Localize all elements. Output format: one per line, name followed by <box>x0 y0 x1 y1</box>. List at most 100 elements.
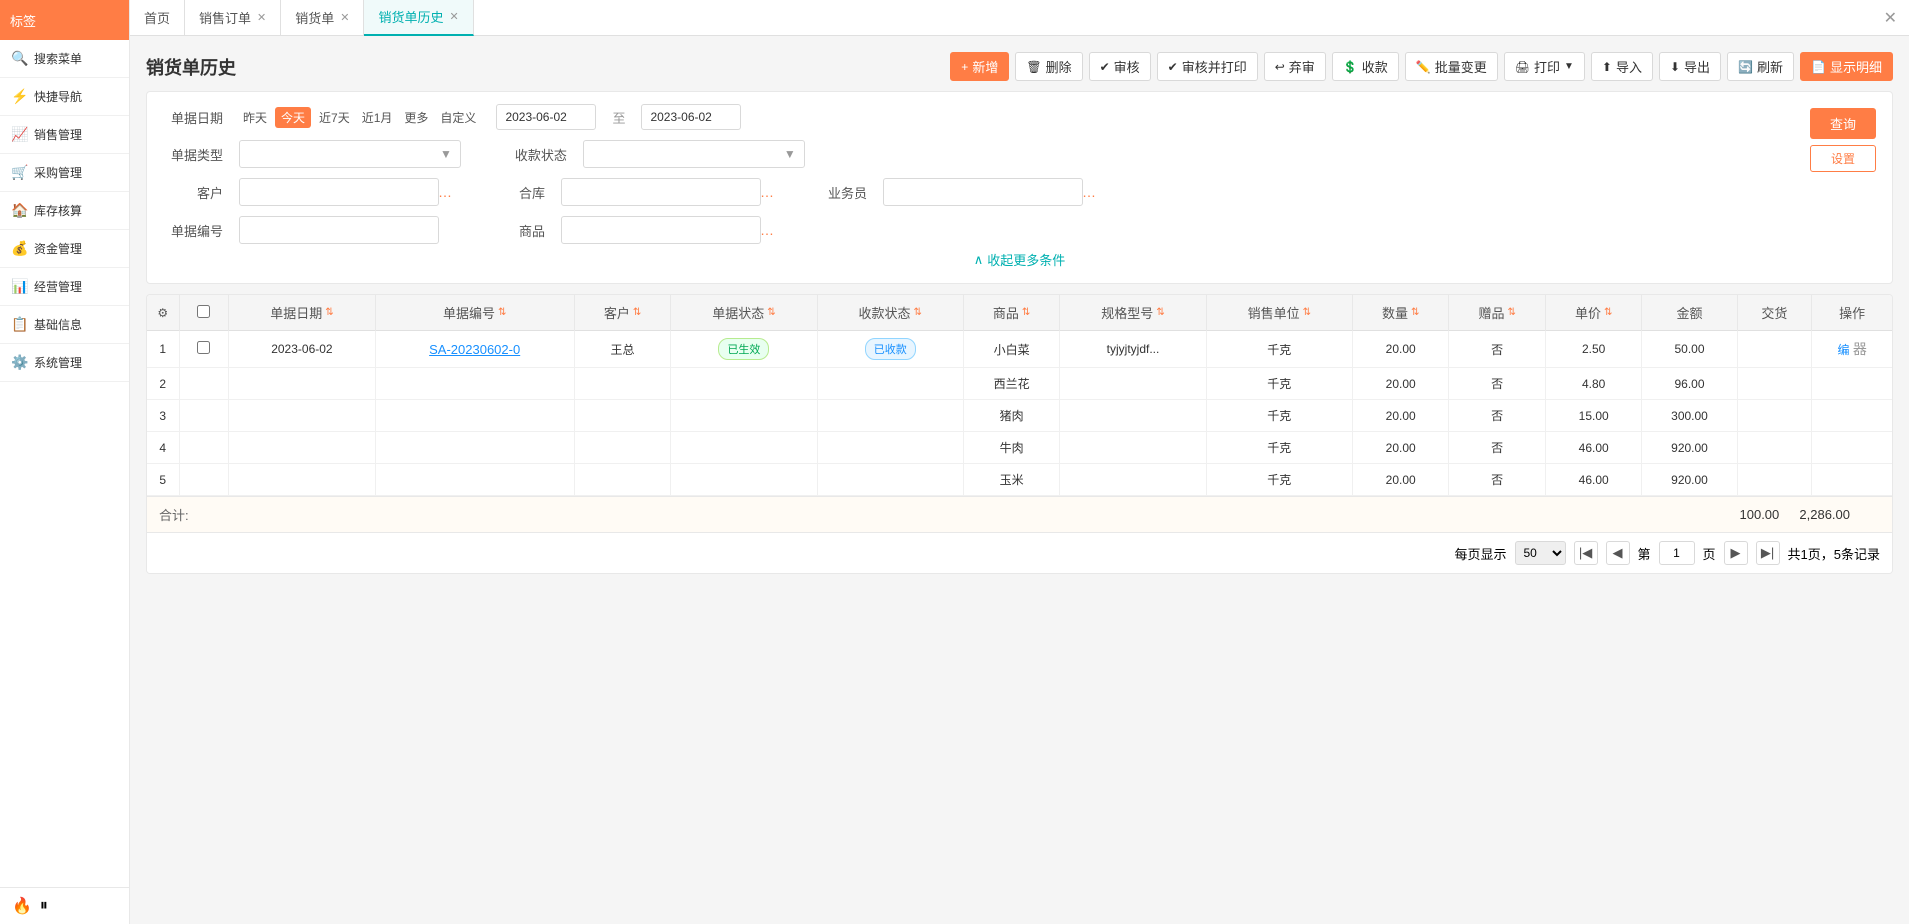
page-input[interactable] <box>1659 541 1695 565</box>
th-spec[interactable]: 规格型号 ⇅ <box>1060 295 1206 331</box>
approve-print-button[interactable]: ✔ 审核并打印 <box>1157 52 1258 81</box>
print-button[interactable]: 🖨 打印 ▼ <box>1504 52 1585 81</box>
customer-dots[interactable]: … <box>432 184 458 200</box>
last-page-button[interactable]: ▶| <box>1756 541 1780 565</box>
th-doc-status[interactable]: 单据状态 ⇅ <box>671 295 817 331</box>
cell-unit-price: 15.00 <box>1545 400 1642 432</box>
cell-checkbox[interactable] <box>179 464 229 496</box>
date-from-input[interactable] <box>496 104 596 130</box>
sidebar-item-purchase-mgmt[interactable]: 🛒 采购管理 <box>0 154 129 192</box>
sidebar-item-inventory[interactable]: 🏠 库存核算 <box>0 192 129 230</box>
print-dropdown-icon: ▼ <box>1564 61 1574 72</box>
sales-mgmt-icon: 📈 <box>12 127 28 143</box>
add-icon: + <box>961 60 968 74</box>
tab-home[interactable]: 首页 <box>130 0 185 36</box>
shortcut-7days[interactable]: 近7天 <box>315 107 354 128</box>
delete-button[interactable]: 🗑 删除 <box>1015 52 1082 81</box>
warehouse-dots[interactable]: … <box>754 184 780 200</box>
cell-checkbox[interactable] <box>179 331 229 368</box>
shortcut-more[interactable]: 更多 <box>400 107 432 128</box>
date-to-input[interactable] <box>641 104 741 130</box>
sidebar-item-quick-nav[interactable]: ⚡ 快捷导航 <box>0 78 129 116</box>
sidebar-item-sys-mgmt[interactable]: ⚙️ 系统管理 <box>0 344 129 382</box>
shortcut-1month[interactable]: 近1月 <box>358 107 397 128</box>
goods-dots[interactable]: … <box>754 222 780 238</box>
sidebar-item-sales-mgmt[interactable]: 📈 销售管理 <box>0 116 129 154</box>
batch-change-button[interactable]: ✏️ 批量变更 <box>1405 52 1498 81</box>
import-button[interactable]: ⬆ 导入 <box>1591 52 1653 81</box>
th-settings[interactable]: ⚙ <box>147 295 179 331</box>
goods-input[interactable] <box>562 219 754 242</box>
show-detail-button[interactable]: 📄 显示明细 <box>1800 52 1893 81</box>
receipt-status-dropdown-icon[interactable]: ▼ <box>776 147 804 161</box>
abandon-button[interactable]: ↩ 弃审 <box>1264 52 1326 81</box>
tab-sales-history[interactable]: 销货单历史 ✕ <box>364 0 473 36</box>
th-receipt-status[interactable]: 收款状态 ⇅ <box>817 295 963 331</box>
doc-no-input[interactable] <box>239 216 439 244</box>
op-more-link[interactable]: 器 <box>1853 341 1867 357</box>
tab-bar-close-all[interactable]: ✕ <box>1872 8 1909 28</box>
th-doc-date[interactable]: 单据日期 ⇅ <box>229 295 375 331</box>
th-checkbox[interactable] <box>179 295 229 331</box>
th-quantity[interactable]: 数量 ⇅ <box>1352 295 1449 331</box>
customer-input[interactable] <box>240 181 432 204</box>
doc-type-input[interactable] <box>240 143 432 166</box>
th-sale-unit[interactable]: 销售单位 ⇅ <box>1206 295 1352 331</box>
per-page-select[interactable]: 50 100 <box>1515 541 1566 565</box>
refresh-button[interactable]: 🔄 刷新 <box>1727 52 1794 81</box>
sidebar-item-search-menu[interactable]: 🔍 搜索菜单 <box>0 40 129 78</box>
warehouse-input[interactable] <box>562 181 754 204</box>
total-info: 共1页，5条记录 <box>1788 544 1880 563</box>
cell-spec <box>1060 432 1206 464</box>
add-button[interactable]: + 新增 <box>950 52 1009 81</box>
doc-type-label: 单据类型 <box>163 145 223 164</box>
tab-sales-order-close[interactable]: ✕ <box>257 11 266 24</box>
sidebar-item-finance[interactable]: 💰 资金管理 <box>0 230 129 268</box>
query-button[interactable]: 查询 <box>1810 108 1876 139</box>
set-button[interactable]: 设置 <box>1810 145 1876 172</box>
next-page-button[interactable]: ▶ <box>1724 541 1748 565</box>
first-page-button[interactable]: |◀ <box>1574 541 1598 565</box>
th-gift[interactable]: 赠品 ⇅ <box>1449 295 1546 331</box>
doc-no-link[interactable]: SA-20230602-0 <box>429 342 520 357</box>
cell-row-num: 3 <box>147 400 179 432</box>
tab-sales-order[interactable]: 销售订单 ✕ <box>185 0 281 36</box>
doc-type-dropdown-icon[interactable]: ▼ <box>432 147 460 161</box>
prev-page-button[interactable]: ◀ <box>1606 541 1630 565</box>
cell-checkbox[interactable] <box>179 368 229 400</box>
export-button[interactable]: ⬇ 导出 <box>1659 52 1721 81</box>
operation-icon: 📊 <box>12 279 28 295</box>
sidebar-item-base-info[interactable]: 📋 基础信息 <box>0 306 129 344</box>
op-edit-link[interactable]: 编 <box>1837 343 1849 357</box>
staff-dots[interactable]: … <box>1076 184 1102 200</box>
staff-input[interactable] <box>884 181 1076 204</box>
th-doc-no[interactable]: 单据编号 ⇅ <box>375 295 574 331</box>
fire-icon[interactable]: 🔥 <box>12 896 32 916</box>
delete-label: 删除 <box>1046 57 1072 76</box>
date-label: 单据日期 <box>163 108 223 127</box>
tab-sales-delivery-close[interactable]: ✕ <box>340 11 349 24</box>
approve-button[interactable]: ✔ 审核 <box>1089 52 1151 81</box>
th-customer[interactable]: 客户 ⇅ <box>574 295 671 331</box>
doc-no-label: 单据编号 <box>163 221 223 240</box>
shortcut-yesterday[interactable]: 昨天 <box>239 107 271 128</box>
th-spec-label: 规格型号 <box>1101 303 1153 322</box>
table-row: 1 2023-06-02 SA-20230602-0 王总 已生效 已收款 小白… <box>147 331 1892 368</box>
th-goods[interactable]: 商品 ⇅ <box>963 295 1060 331</box>
collapse-row[interactable]: ∧ 收起更多条件 <box>163 244 1876 271</box>
select-all-checkbox[interactable] <box>197 305 210 318</box>
shortcut-today[interactable]: 今天 <box>275 107 311 128</box>
tab-sales-history-close[interactable]: ✕ <box>450 10 459 23</box>
shortcut-custom[interactable]: 自定义 <box>436 107 480 128</box>
tab-sales-delivery[interactable]: 销货单 ✕ <box>281 0 364 36</box>
receive-button[interactable]: 💲 收款 <box>1332 52 1399 81</box>
print-label: 打印 <box>1534 57 1560 76</box>
th-unit-price[interactable]: 单价 ⇅ <box>1545 295 1642 331</box>
row-checkbox[interactable] <box>197 341 210 354</box>
receipt-status-input[interactable] <box>584 143 776 166</box>
sort-spec-icon: ⇅ <box>1156 307 1164 318</box>
cell-checkbox[interactable] <box>179 432 229 464</box>
cell-checkbox[interactable] <box>179 400 229 432</box>
sidebar-item-operation[interactable]: 📊 经营管理 <box>0 268 129 306</box>
pause-icon[interactable]: ⏸ <box>40 897 48 915</box>
